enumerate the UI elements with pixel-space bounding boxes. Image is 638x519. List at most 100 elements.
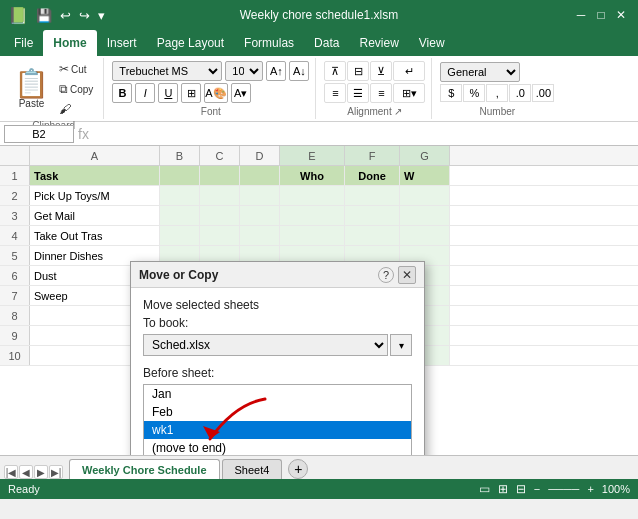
tab-insert[interactable]: Insert xyxy=(97,30,147,56)
currency-button[interactable]: $ xyxy=(440,84,462,102)
align-center-button[interactable]: ☰ xyxy=(347,83,369,103)
fill-color-button[interactable]: A🎨 xyxy=(204,83,227,103)
tab-view[interactable]: View xyxy=(409,30,455,56)
tab-data[interactable]: Data xyxy=(304,30,349,56)
row-number: 7 xyxy=(0,286,30,305)
cell-f2[interactable] xyxy=(345,186,400,205)
cell-c3[interactable] xyxy=(200,206,240,225)
sheet-nav-arrows: |◀ ◀ ▶ ▶| xyxy=(4,465,63,479)
underline-button[interactable]: U xyxy=(158,83,178,103)
minimize-button[interactable]: ─ xyxy=(572,6,590,24)
save-icon[interactable]: 💾 xyxy=(34,6,54,25)
tab-review[interactable]: Review xyxy=(349,30,408,56)
status-text: Ready xyxy=(8,483,40,495)
cell-e1[interactable]: Who xyxy=(280,166,345,185)
undo-icon[interactable]: ↩ xyxy=(58,6,73,25)
cell-a3[interactable]: Get Mail xyxy=(30,206,160,225)
cell-e2[interactable] xyxy=(280,186,345,205)
font-color-button[interactable]: A▾ xyxy=(231,83,251,103)
decrease-font-button[interactable]: A↓ xyxy=(289,61,309,81)
copy-button[interactable]: ⧉ Copy xyxy=(55,80,97,98)
cell-a4[interactable]: Take Out Tras xyxy=(30,226,160,245)
align-bottom-button[interactable]: ⊻ xyxy=(370,61,392,81)
next-sheet-button[interactable]: ▶ xyxy=(34,465,48,479)
customize-qat-icon[interactable]: ▾ xyxy=(96,6,107,25)
prev-sheet-button[interactable]: ◀ xyxy=(19,465,33,479)
list-item[interactable]: Feb xyxy=(144,403,411,421)
view-normal-icon[interactable]: ▭ xyxy=(479,482,490,496)
tab-page-layout[interactable]: Page Layout xyxy=(147,30,234,56)
cell-g3[interactable] xyxy=(400,206,450,225)
dialog-help-button[interactable]: ? xyxy=(378,267,394,283)
cell-c2[interactable] xyxy=(200,186,240,205)
to-book-select[interactable]: Sched.xlsx xyxy=(143,334,388,356)
zoom-slider[interactable]: ──── xyxy=(548,483,579,495)
cell-c1[interactable] xyxy=(200,166,240,185)
last-sheet-button[interactable]: ▶| xyxy=(49,465,63,479)
increase-font-button[interactable]: A↑ xyxy=(266,61,286,81)
cell-d3[interactable] xyxy=(240,206,280,225)
tab-formulas[interactable]: Formulas xyxy=(234,30,304,56)
cell-d4[interactable] xyxy=(240,226,280,245)
before-sheet-list[interactable]: Jan Feb wk1 (move to end) xyxy=(143,384,412,455)
comma-button[interactable]: , xyxy=(486,84,508,102)
cell-f1[interactable]: Done xyxy=(345,166,400,185)
cut-button[interactable]: ✂ Cut xyxy=(55,60,97,78)
zoom-in-icon[interactable]: + xyxy=(587,483,593,495)
number-format-select[interactable]: General xyxy=(440,62,520,82)
format-painter-button[interactable]: 🖌 xyxy=(55,100,97,118)
cell-a1[interactable]: Task xyxy=(30,166,160,185)
cell-b2[interactable] xyxy=(160,186,200,205)
align-middle-button[interactable]: ⊟ xyxy=(347,61,369,81)
align-top-button[interactable]: ⊼ xyxy=(324,61,346,81)
view-layout-icon[interactable]: ⊞ xyxy=(498,482,508,496)
cell-d1[interactable] xyxy=(240,166,280,185)
ribbon-toolbar: 📋 Paste ✂ Cut ⧉ Copy 🖌 Clipboard xyxy=(0,56,638,122)
cell-a2[interactable]: Pick Up Toys/M xyxy=(30,186,160,205)
cell-b1[interactable] xyxy=(160,166,200,185)
font-family-select[interactable]: Trebuchet MS xyxy=(112,61,222,81)
bold-button[interactable]: B xyxy=(112,83,132,103)
increase-decimal-button[interactable]: .00 xyxy=(532,84,554,102)
cell-e4[interactable] xyxy=(280,226,345,245)
cell-g4[interactable] xyxy=(400,226,450,245)
dialog-close-button[interactable]: ✕ xyxy=(398,266,416,284)
decrease-decimal-button[interactable]: .0 xyxy=(509,84,531,102)
paste-button[interactable]: 📋 Paste xyxy=(10,68,53,111)
cell-f4[interactable] xyxy=(345,226,400,245)
merge-center-button[interactable]: ⊞▾ xyxy=(393,83,425,103)
close-button[interactable]: ✕ xyxy=(612,6,630,24)
to-book-dropdown-button[interactable]: ▾ xyxy=(390,334,412,356)
sheet-tab-sheet4[interactable]: Sheet4 xyxy=(222,459,283,479)
cell-reference-input[interactable] xyxy=(4,125,74,143)
cell-g1[interactable]: W xyxy=(400,166,450,185)
italic-button[interactable]: I xyxy=(135,83,155,103)
first-sheet-button[interactable]: |◀ xyxy=(4,465,18,479)
border-button[interactable]: ⊞ xyxy=(181,83,201,103)
cell-f3[interactable] xyxy=(345,206,400,225)
clipboard-group: 📋 Paste ✂ Cut ⧉ Copy 🖌 Clipboard xyxy=(4,58,104,119)
maximize-button[interactable]: □ xyxy=(592,6,610,24)
cell-b3[interactable] xyxy=(160,206,200,225)
cell-g2[interactable] xyxy=(400,186,450,205)
list-item[interactable]: wk1 xyxy=(144,421,411,439)
redo-icon[interactable]: ↪ xyxy=(77,6,92,25)
cell-e3[interactable] xyxy=(280,206,345,225)
add-sheet-button[interactable]: + xyxy=(288,459,308,479)
wrap-text-button[interactable]: ↵ xyxy=(393,61,425,81)
list-item[interactable]: (move to end) xyxy=(144,439,411,455)
percent-button[interactable]: % xyxy=(463,84,485,102)
sheet-tab-weekly-chore-schedule[interactable]: Weekly Chore Schedule xyxy=(69,459,220,479)
cell-c4[interactable] xyxy=(200,226,240,245)
tab-home[interactable]: Home xyxy=(43,30,96,56)
formula-input[interactable] xyxy=(93,125,634,143)
zoom-out-icon[interactable]: − xyxy=(534,483,540,495)
list-item[interactable]: Jan xyxy=(144,385,411,403)
align-left-button[interactable]: ≡ xyxy=(324,83,346,103)
cell-d2[interactable] xyxy=(240,186,280,205)
cell-b4[interactable] xyxy=(160,226,200,245)
font-size-select[interactable]: 10 xyxy=(225,61,263,81)
view-break-icon[interactable]: ⊟ xyxy=(516,482,526,496)
align-right-button[interactable]: ≡ xyxy=(370,83,392,103)
tab-file[interactable]: File xyxy=(4,30,43,56)
